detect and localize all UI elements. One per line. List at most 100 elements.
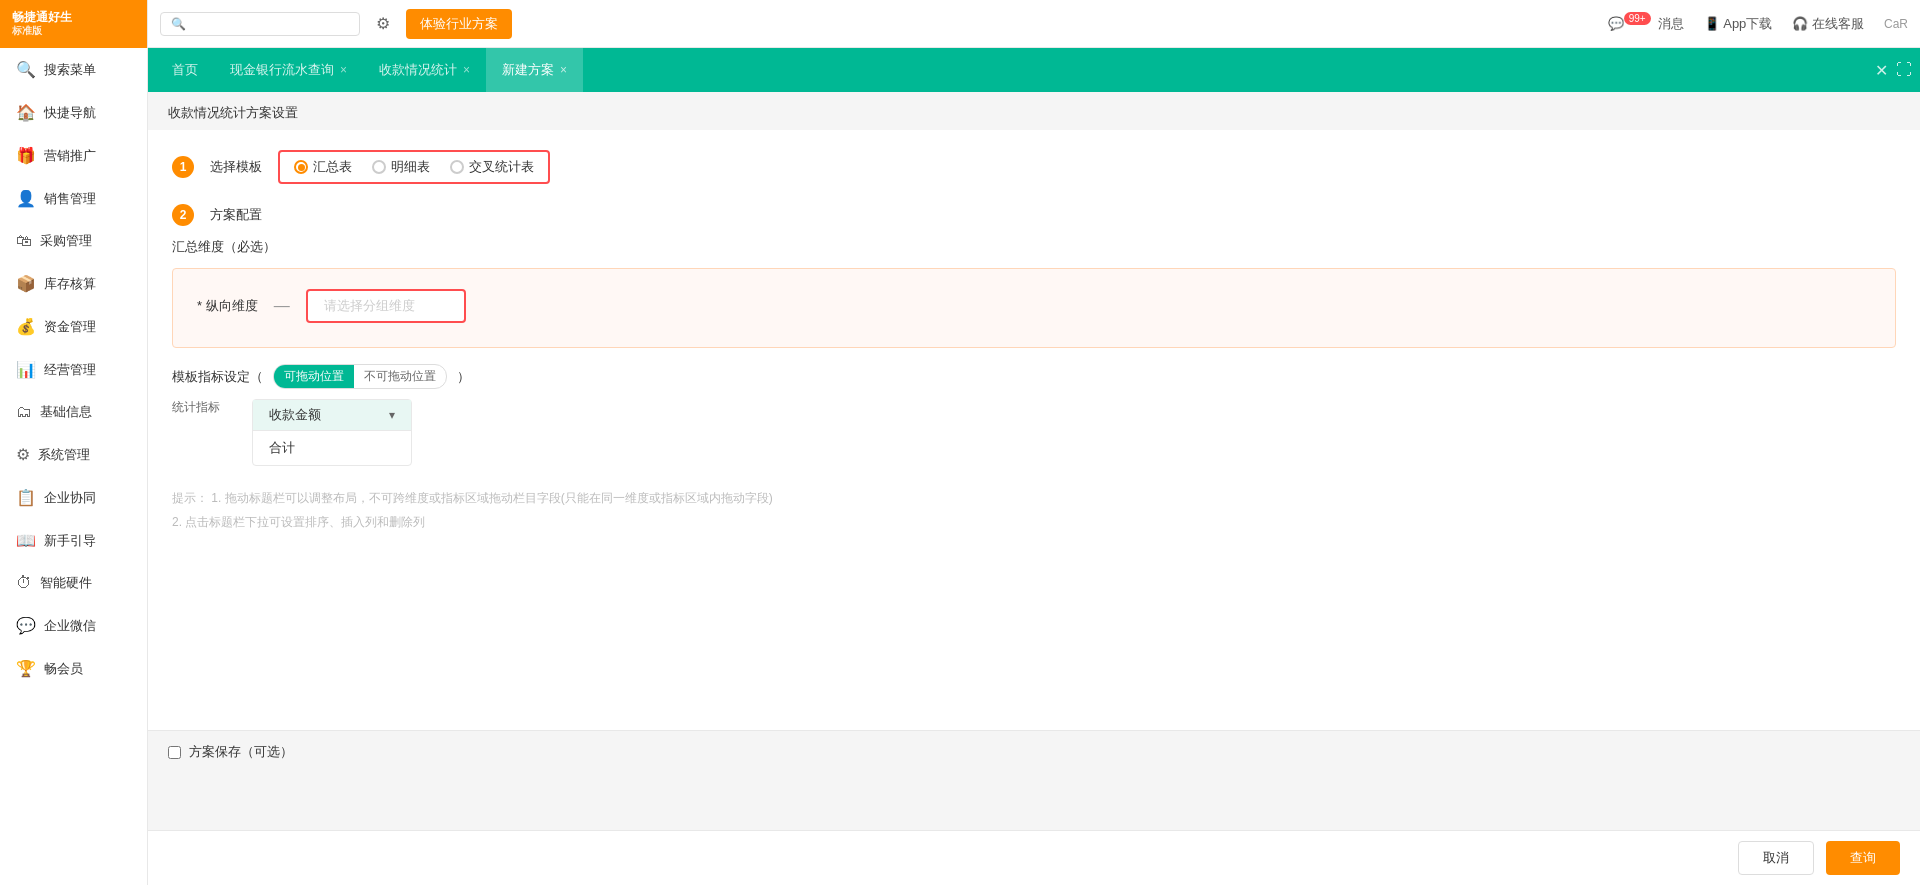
metrics-section: 模板指标设定（ 可拖动位置 不可拖动位置 ） 统计指标 收款金额 ▾ [172, 364, 1896, 466]
sidebar-item-label: 新手引导 [44, 532, 96, 550]
user-name: CaR [1884, 17, 1908, 31]
sidebar-item-search[interactable]: 🔍 搜索菜单 [0, 48, 147, 91]
clipboard-icon: 📋 [16, 488, 36, 507]
sidebar-item-basic-info[interactable]: 🗂 基础信息 [0, 391, 147, 433]
tab-payment-close[interactable]: × [463, 63, 470, 77]
notification-badge: 99+ [1624, 12, 1651, 25]
headset-icon: 🎧 [1792, 16, 1808, 31]
sidebar-item-label: 系统管理 [38, 446, 90, 464]
sidebar-item-label: 库存核算 [44, 275, 96, 293]
gear-icon: ⚙ [16, 445, 30, 464]
bag-icon: 🛍 [16, 232, 32, 250]
dim-row-label: * 纵向维度 [197, 297, 258, 315]
sidebar-item-collab[interactable]: 📋 企业协同 [0, 476, 147, 519]
download-label: App下载 [1723, 16, 1772, 31]
step2-badge: 2 [172, 204, 194, 226]
sidebar-item-hardware[interactable]: ⏱ 智能硬件 [0, 562, 147, 604]
close-icon[interactable]: ✕ [1875, 61, 1888, 80]
tab-new-plan[interactable]: 新建方案 × [486, 48, 583, 92]
tab-cashflow-label: 现金银行流水查询 [230, 61, 334, 79]
trophy-icon: 🏆 [16, 659, 36, 678]
form-card: 1 选择模板 汇总表 明细表 交叉统计表 [148, 130, 1920, 730]
sidebar-item-inventory[interactable]: 📦 库存核算 [0, 262, 147, 305]
radio-cross[interactable]: 交叉统计表 [450, 158, 534, 176]
sidebar-item-label: 智能硬件 [40, 574, 92, 592]
arrow-icon: — [274, 297, 290, 315]
sidebar-item-label: 企业微信 [44, 617, 96, 635]
tab-cashflow[interactable]: 现金银行流水查询 × [214, 48, 363, 92]
save-plan-label: 方案保存（可选） [189, 743, 293, 761]
hint-section: 提示： 1. 拖动标题栏可以调整布局，不可跨维度或指标区域拖动栏目字段(只能在同… [172, 486, 1896, 534]
metrics-col-header: 收款金额 ▾ [253, 400, 411, 431]
col-header-label: 收款金额 [269, 406, 321, 424]
service-area[interactable]: 🎧 在线客服 [1792, 15, 1864, 33]
radio-detail[interactable]: 明细表 [372, 158, 430, 176]
metrics-table: 收款金额 ▾ 合计 [252, 399, 412, 466]
cancel-button[interactable]: 取消 [1738, 841, 1814, 875]
toggle-draggable[interactable]: 可拖动位置 [274, 365, 354, 388]
stats-label: 统计指标 [172, 399, 220, 416]
tabbar-actions: ✕ ⛶ [1875, 61, 1912, 80]
sidebar-item-operations[interactable]: 📊 经营管理 [0, 348, 147, 391]
query-button[interactable]: 查询 [1826, 841, 1900, 875]
sidebar-item-label: 基础信息 [40, 403, 92, 421]
sidebar-item-nav[interactable]: 🏠 快捷导航 [0, 91, 147, 134]
tab-cashflow-close[interactable]: × [340, 63, 347, 77]
step1-badge: 1 [172, 156, 194, 178]
notification-area[interactable]: 💬 99+ 消息 [1608, 15, 1684, 33]
sidebar-item-label: 经营管理 [44, 361, 96, 379]
tab-new-plan-close[interactable]: × [560, 63, 567, 77]
tab-home[interactable]: 首页 [156, 48, 214, 92]
hint-line-2: 2. 点击标题栏下拉可设置排序、插入列和删除列 [172, 510, 1896, 534]
radio-detail-circle [372, 160, 386, 174]
industry-btn[interactable]: 体验行业方案 [406, 9, 512, 39]
sidebar-item-weixin[interactable]: 💬 企业微信 [0, 604, 147, 647]
chevron-down-icon[interactable]: ▾ [389, 408, 395, 422]
metrics-table-area: 统计指标 收款金额 ▾ 合计 [172, 399, 1896, 466]
sidebar-item-member[interactable]: 🏆 畅会员 [0, 647, 147, 690]
radio-cross-circle [450, 160, 464, 174]
toggle-fixed[interactable]: 不可拖动位置 [354, 365, 446, 388]
sidebar-item-guide[interactable]: 📖 新手引导 [0, 519, 147, 562]
tab-payment-label: 收款情况统计 [379, 61, 457, 79]
dim-select[interactable]: 请选择分组维度 [306, 289, 466, 323]
chart-icon: 📊 [16, 360, 36, 379]
save-plan-checkbox[interactable] [168, 746, 181, 759]
step2-label: 方案配置 [210, 206, 262, 224]
topbar-search-box[interactable]: 🔍 [160, 12, 360, 36]
radio-summary[interactable]: 汇总表 [294, 158, 352, 176]
notification-label: 消息 [1658, 16, 1684, 31]
topbar-right: 💬 99+ 消息 📱 App下载 🎧 在线客服 CaR [1608, 15, 1908, 33]
maximize-icon[interactable]: ⛶ [1896, 61, 1912, 80]
box-icon: 📦 [16, 274, 36, 293]
sidebar-item-finance[interactable]: 💰 资金管理 [0, 305, 147, 348]
folder-icon: 🗂 [16, 403, 32, 421]
tab-home-label: 首页 [172, 61, 198, 79]
home-icon: 🏠 [16, 103, 36, 122]
sidebar-item-label: 快捷导航 [44, 104, 96, 122]
sidebar-item-purchase[interactable]: 🛍 采购管理 [0, 220, 147, 262]
radio-detail-label: 明细表 [391, 158, 430, 176]
book-icon: 📖 [16, 531, 36, 550]
chat-icon: 💬 [16, 616, 36, 635]
step1-label: 选择模板 [210, 158, 262, 176]
template-radio-group: 汇总表 明细表 交叉统计表 [278, 150, 550, 184]
sidebar-item-sales[interactable]: 👤 销售管理 [0, 177, 147, 220]
download-area[interactable]: 📱 App下载 [1704, 15, 1772, 33]
dim-row: * 纵向维度 — 请选择分组维度 [197, 289, 1871, 323]
toggle-pill: 可拖动位置 不可拖动位置 [273, 364, 447, 389]
device-icon: ⏱ [16, 574, 32, 592]
settings-icon[interactable]: ⚙ [376, 14, 390, 33]
hint-line-1: 提示： 1. 拖动标题栏可以调整布局，不可跨维度或指标区域拖动栏目字段(只能在同… [172, 486, 1896, 510]
step2-row: 2 方案配置 [172, 204, 1896, 226]
logo-text: 畅捷通好生 [12, 10, 72, 24]
gift-icon: 🎁 [16, 146, 36, 165]
sidebar-item-marketing[interactable]: 🎁 营销推广 [0, 134, 147, 177]
dimension-section: 汇总维度（必选） * 纵向维度 — 请选择分组维度 [172, 238, 1896, 348]
sidebar-item-label: 营销推广 [44, 147, 96, 165]
tabbar: 首页 现金银行流水查询 × 收款情况统计 × 新建方案 × ✕ ⛶ [148, 48, 1920, 92]
sidebar-item-system[interactable]: ⚙ 系统管理 [0, 433, 147, 476]
radio-summary-circle [294, 160, 308, 174]
tab-payment[interactable]: 收款情况统计 × [363, 48, 486, 92]
logo-sub: 标准版 [12, 24, 72, 38]
